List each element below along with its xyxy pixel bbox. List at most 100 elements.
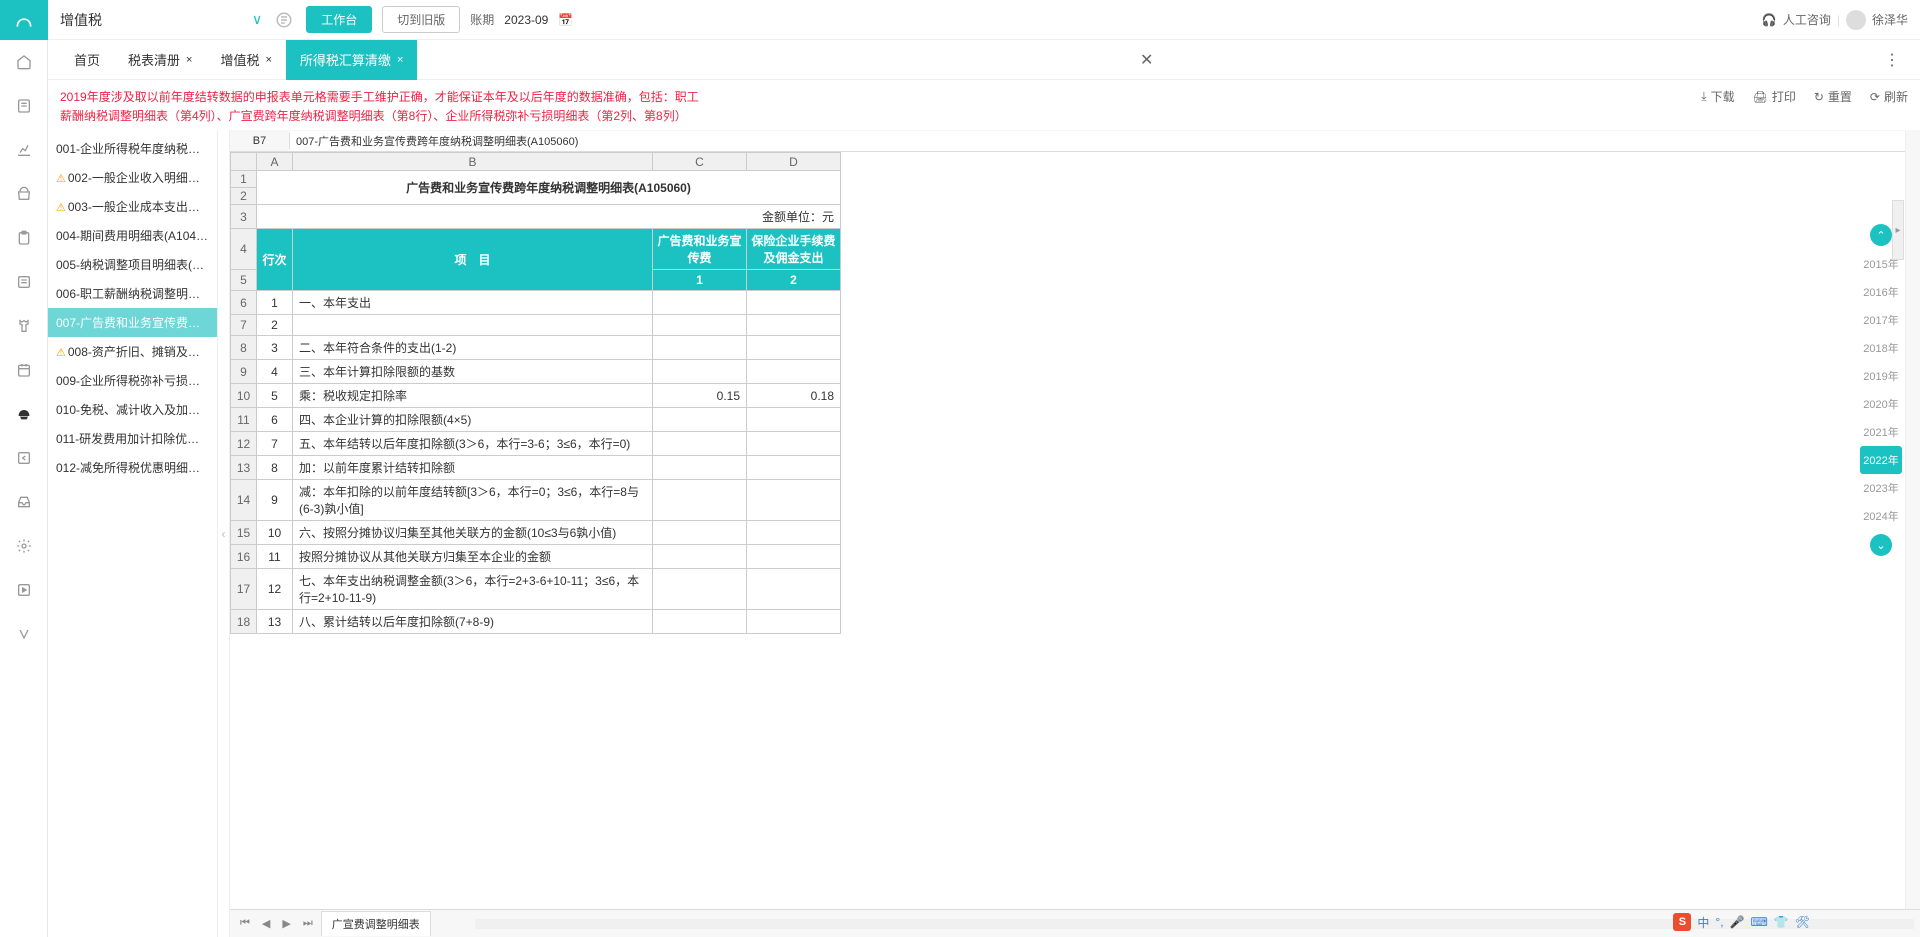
item-cell[interactable]: 五、本年结转以后年度扣除额(3＞6，本行=3-6；3≤6，本行=0)	[293, 432, 653, 456]
formula-bar[interactable]: 007-广告费和业务宣传费跨年度纳税调整明细表(A105060)	[290, 131, 1920, 151]
header-col-d[interactable]: 保险企业手续费及佣金支出	[747, 229, 841, 270]
row-header[interactable]: 6	[231, 291, 257, 315]
value-cell[interactable]	[653, 336, 747, 360]
value-cell[interactable]	[747, 480, 841, 521]
calendar-picker-icon[interactable]: 📅	[558, 13, 573, 27]
inbox-icon[interactable]	[12, 490, 36, 514]
year-item[interactable]: 2023年	[1860, 474, 1902, 502]
value-cell[interactable]	[653, 291, 747, 315]
unit-label[interactable]: 金额单位：元	[257, 205, 841, 229]
item-cell[interactable]: 减：本年扣除的以前年度结转额[3＞6，本行=0；3≤6，本行=8与(6-3)孰小…	[293, 480, 653, 521]
row-header[interactable]: 18	[231, 610, 257, 634]
form-icon[interactable]	[12, 270, 36, 294]
ime-logo[interactable]: S	[1673, 913, 1691, 931]
subheader-c[interactable]: 1	[653, 270, 747, 291]
value-cell[interactable]	[747, 315, 841, 336]
value-cell[interactable]	[653, 432, 747, 456]
value-cell[interactable]	[747, 408, 841, 432]
row-header[interactable]: 12	[231, 432, 257, 456]
switch-old-button[interactable]: 切到旧版	[382, 6, 460, 33]
refresh-button[interactable]: ⟳刷新	[1870, 88, 1908, 105]
value-cell[interactable]: 0.18	[747, 384, 841, 408]
item-cell[interactable]: 三、本年计算扣除限额的基数	[293, 360, 653, 384]
workbench-button[interactable]: 工作台	[306, 6, 372, 33]
sheet-nav-prev[interactable]: ◀	[258, 917, 274, 930]
item-cell[interactable]: 一、本年支出	[293, 291, 653, 315]
row-header[interactable]: 8	[231, 336, 257, 360]
line-number-cell[interactable]: 10	[257, 521, 293, 545]
value-cell[interactable]	[653, 569, 747, 610]
col-header[interactable]: B	[293, 153, 653, 171]
form-list-item[interactable]: ⚠008-资产折旧、摊销及纳税...	[48, 337, 217, 366]
value-cell[interactable]: 0.15	[653, 384, 747, 408]
item-cell[interactable]: 八、累计结转以后年度扣除额(7+8-9)	[293, 610, 653, 634]
row-header[interactable]: 7	[231, 315, 257, 336]
close-all-tabs[interactable]: ✕	[1132, 50, 1161, 70]
v-icon[interactable]	[12, 622, 36, 646]
value-cell[interactable]	[653, 360, 747, 384]
year-item[interactable]: 2021年	[1860, 418, 1902, 446]
form-list-item[interactable]: 009-企业所得税弥补亏损明...	[48, 366, 217, 395]
year-item[interactable]: 2022年	[1860, 446, 1902, 474]
year-item[interactable]: 2020年	[1860, 390, 1902, 418]
username[interactable]: 徐泽华	[1872, 11, 1908, 28]
value-cell[interactable]	[747, 521, 841, 545]
line-number-cell[interactable]: 7	[257, 432, 293, 456]
subheader-d[interactable]: 2	[747, 270, 841, 291]
row-header[interactable]: 16	[231, 545, 257, 569]
value-cell[interactable]	[653, 480, 747, 521]
row-header[interactable]: 10	[231, 384, 257, 408]
tab[interactable]: 增值税×	[206, 40, 285, 80]
value-cell[interactable]	[747, 569, 841, 610]
sheet-title[interactable]: 广告费和业务宣传费跨年度纳税调整明细表(A105060)	[257, 171, 841, 205]
calendar-icon[interactable]	[12, 358, 36, 382]
ime-toolbox-icon[interactable]: 🛠	[1795, 915, 1810, 929]
line-number-cell[interactable]: 2	[257, 315, 293, 336]
print-button[interactable]: 🖨打印	[1753, 88, 1796, 105]
value-cell[interactable]	[653, 610, 747, 634]
form-list-item[interactable]: 010-免税、减计收入及加计...	[48, 395, 217, 424]
header-item[interactable]: 项 目	[293, 229, 653, 291]
year-item[interactable]: 2018年	[1860, 334, 1902, 362]
value-cell[interactable]	[653, 521, 747, 545]
sheet-nav-next[interactable]: ▶	[278, 917, 294, 930]
tabs-more-icon[interactable]: ⋮	[1876, 50, 1908, 70]
tab[interactable]: 所得税汇算清缴×	[286, 40, 417, 80]
chevron-down-icon[interactable]: ∨	[252, 11, 262, 28]
ime-toolbar[interactable]: S 中 °, 🎤 ⌨ 👕 🛠	[1673, 913, 1810, 931]
item-cell[interactable]: 六、按照分摊协议归集至其他关联方的金额(10≤3与6孰小值)	[293, 521, 653, 545]
bag-icon[interactable]	[12, 182, 36, 206]
value-cell[interactable]	[747, 432, 841, 456]
ime-mic-icon[interactable]: 🎤	[1730, 915, 1745, 929]
form-list-item[interactable]: 012-减免所得税优惠明细表(...	[48, 453, 217, 482]
line-number-cell[interactable]: 6	[257, 408, 293, 432]
value-cell[interactable]	[653, 315, 747, 336]
form-list-item[interactable]: 001-企业所得税年度纳税申...	[48, 134, 217, 163]
year-item[interactable]: 2015年	[1860, 250, 1902, 278]
header-line[interactable]: 行次	[257, 229, 293, 291]
year-scroll-down[interactable]: ⌄	[1870, 534, 1892, 556]
item-cell[interactable]: 乘：税收规定扣除率	[293, 384, 653, 408]
year-item[interactable]: 2024年	[1860, 502, 1902, 530]
form-list-item[interactable]: 007-广告费和业务宣传费跨...	[48, 308, 217, 337]
item-cell[interactable]: 二、本年符合条件的支出(1-2)	[293, 336, 653, 360]
form-list-item[interactable]: 005-纳税调整项目明细表(A1...	[48, 250, 217, 279]
play-icon[interactable]	[12, 578, 36, 602]
refund-icon[interactable]	[12, 446, 36, 470]
year-item[interactable]: 2016年	[1860, 278, 1902, 306]
avatar[interactable]	[1846, 10, 1866, 30]
close-icon[interactable]: ×	[265, 54, 271, 66]
item-cell[interactable]: 加：以前年度累计结转扣除额	[293, 456, 653, 480]
chart-icon[interactable]	[12, 138, 36, 162]
value-cell[interactable]	[747, 291, 841, 315]
home-icon[interactable]	[12, 50, 36, 74]
item-cell[interactable]: 七、本年支出纳税调整金额(3＞6，本行=2+3-6+10-11；3≤6，本行=2…	[293, 569, 653, 610]
row-header[interactable]: 15	[231, 521, 257, 545]
cell-reference[interactable]: B7	[230, 133, 290, 149]
clipboard-icon[interactable]	[12, 226, 36, 250]
sheet-grid[interactable]: A B C D 1广告费和业务宣传费跨年度纳税调整明细表(A105060) 2 …	[230, 152, 841, 634]
line-number-cell[interactable]: 12	[257, 569, 293, 610]
tab[interactable]: 税表清册×	[114, 40, 206, 80]
sheet-nav-last[interactable]: ⏭	[299, 917, 317, 930]
value-cell[interactable]	[747, 336, 841, 360]
